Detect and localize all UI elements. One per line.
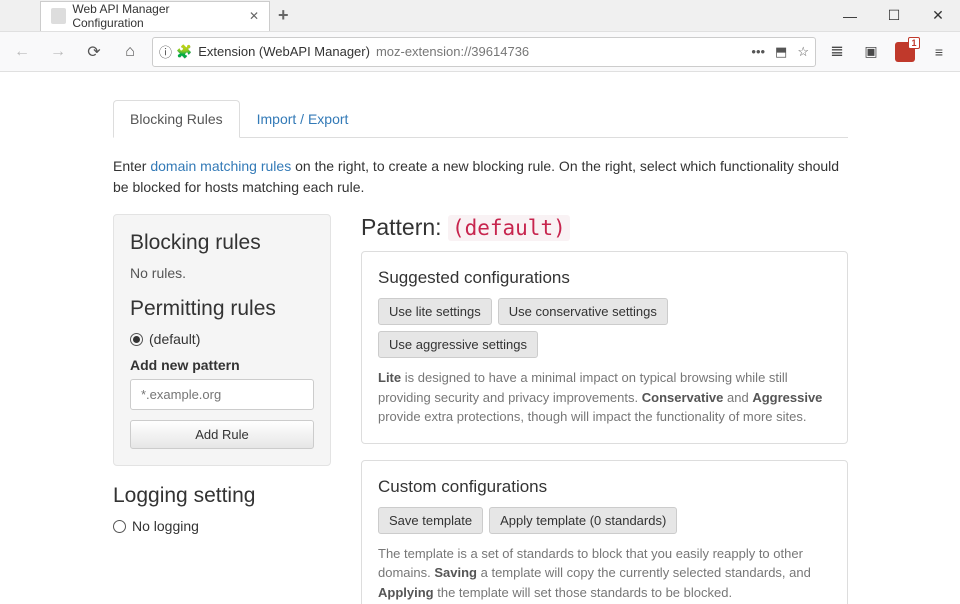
home-button[interactable]: ⌂ — [116, 38, 144, 66]
use-lite-button[interactable]: Use lite settings — [378, 298, 492, 325]
save-template-button[interactable]: Save template — [378, 507, 483, 534]
tab-title: Web API Manager Configuration — [72, 2, 237, 30]
rules-panel: Blocking rules No rules. Permitting rule… — [113, 214, 331, 466]
custom-config-card: Custom configurations Save template Appl… — [361, 460, 848, 604]
radio-on-icon — [130, 333, 143, 346]
browser-toolbar: ← → ⟳ ⌂ ⓘ 🧩 Extension (WebAPI Manager) m… — [0, 32, 960, 72]
logging-heading: Logging setting — [113, 484, 331, 508]
pattern-value: (default) — [448, 215, 570, 241]
pattern-heading: Pattern: (default) — [361, 214, 848, 241]
window-titlebar: Web API Manager Configuration ✕ + — ☐ ✕ — [0, 0, 960, 32]
url-text: moz-extension://39614736 — [376, 44, 743, 59]
use-aggressive-button[interactable]: Use aggressive settings — [378, 331, 538, 358]
url-bar[interactable]: ⓘ 🧩 Extension (WebAPI Manager) moz-exten… — [152, 37, 816, 67]
tab-favicon — [51, 8, 66, 24]
radio-off-icon — [113, 520, 126, 533]
page-actions-icon[interactable]: ••• — [751, 44, 765, 59]
apply-template-button[interactable]: Apply template (0 standards) — [489, 507, 677, 534]
custom-title: Custom configurations — [378, 477, 831, 497]
suggested-config-card: Suggested configurations Use lite settin… — [361, 251, 848, 444]
no-rules-text: No rules. — [130, 265, 314, 281]
browser-tab[interactable]: Web API Manager Configuration ✕ — [40, 1, 270, 31]
ublock-icon[interactable]: 1 — [892, 39, 918, 65]
suggested-description: Lite is designed to have a minimal impac… — [378, 368, 831, 427]
menu-icon[interactable]: ≡ — [926, 39, 952, 65]
pocket-icon[interactable]: ⬒ — [775, 44, 787, 60]
reload-button[interactable]: ⟳ — [80, 38, 108, 66]
maximize-button[interactable]: ☐ — [872, 1, 916, 31]
pattern-input[interactable] — [130, 379, 314, 410]
new-tab-button[interactable]: + — [278, 5, 289, 26]
back-button[interactable]: ← — [8, 38, 36, 66]
tab-import-export[interactable]: Import / Export — [240, 100, 366, 138]
extension-label: Extension (WebAPI Manager) — [198, 44, 370, 59]
tab-blocking-rules[interactable]: Blocking Rules — [113, 100, 240, 138]
sidebar-icon[interactable]: ▣ — [858, 39, 884, 65]
extension-icon: 🧩 — [176, 44, 192, 60]
default-label: (default) — [149, 331, 200, 347]
use-conservative-button[interactable]: Use conservative settings — [498, 298, 668, 325]
custom-description: The template is a set of standards to bl… — [378, 544, 831, 603]
bookmark-star-icon[interactable]: ☆ — [797, 44, 809, 60]
site-info-icon[interactable]: ⓘ — [159, 42, 172, 61]
forward-button[interactable]: → — [44, 38, 72, 66]
blocking-rules-heading: Blocking rules — [130, 231, 314, 255]
library-icon[interactable]: 𝌆 — [824, 39, 850, 65]
intro-text: Enter domain matching rules on the right… — [113, 156, 848, 198]
add-rule-button[interactable]: Add Rule — [130, 420, 314, 449]
add-pattern-label: Add new pattern — [130, 357, 314, 373]
logging-panel: Logging setting No logging — [113, 484, 331, 534]
ublock-badge: 1 — [908, 37, 920, 49]
minimize-button[interactable]: — — [828, 1, 872, 31]
no-logging-option[interactable]: No logging — [113, 518, 331, 534]
suggested-title: Suggested configurations — [378, 268, 831, 288]
tab-close-icon[interactable]: ✕ — [249, 9, 259, 23]
window-close-button[interactable]: ✕ — [916, 1, 960, 31]
default-rule-option[interactable]: (default) — [130, 331, 314, 347]
domain-rules-link[interactable]: domain matching rules — [150, 158, 291, 174]
tabs-nav: Blocking Rules Import / Export — [113, 100, 848, 138]
permitting-rules-heading: Permitting rules — [130, 297, 314, 321]
no-logging-label: No logging — [132, 518, 199, 534]
content-area: Blocking Rules Import / Export Enter dom… — [0, 72, 960, 604]
